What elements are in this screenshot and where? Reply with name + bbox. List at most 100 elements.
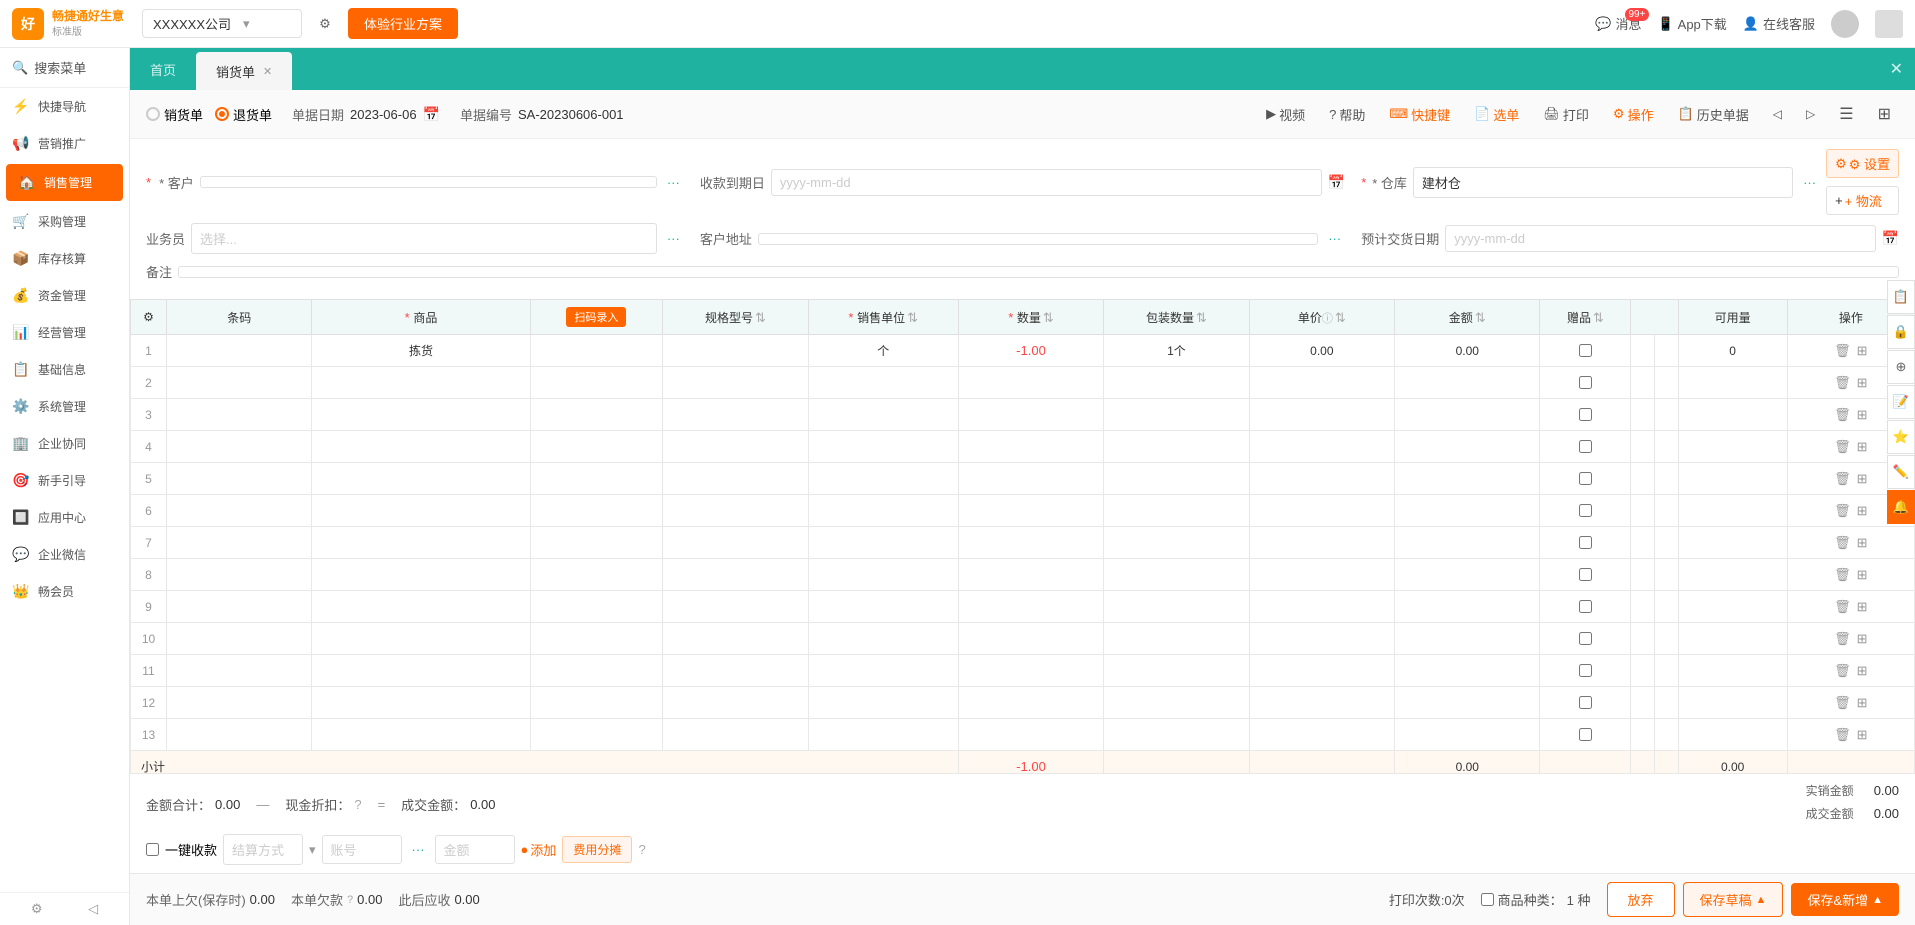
sidebar-item-enterprise[interactable]: 🏢 企业协同: [0, 425, 129, 462]
app-download-btn[interactable]: 📱 App下载: [1657, 14, 1726, 33]
amount-input[interactable]: 金额: [435, 835, 515, 864]
del-13[interactable]: 🗑: [1834, 727, 1851, 743]
copy-8[interactable]: ⊞: [1857, 567, 1868, 583]
tab-sales-order[interactable]: 销货单 ✕: [196, 52, 292, 90]
gift-cb-6[interactable]: [1579, 504, 1592, 517]
cell-spec-1[interactable]: [663, 335, 808, 367]
customer-input[interactable]: [200, 176, 657, 188]
gift-cb-9[interactable]: [1579, 600, 1592, 613]
top-settings-btn[interactable]: ⚙: [310, 9, 340, 39]
date-calendar-icon[interactable]: 📅: [423, 106, 440, 123]
del-3[interactable]: 🗑: [1834, 407, 1851, 423]
video-btn[interactable]: ▶ 视频: [1258, 101, 1313, 128]
shortcut-btn[interactable]: ⌨ 快捷键: [1381, 101, 1458, 128]
price-sort-icon[interactable]: ⇅: [1335, 310, 1346, 325]
copy-9[interactable]: ⊞: [1857, 599, 1868, 615]
del-7[interactable]: 🗑: [1834, 535, 1851, 551]
sidebar-item-appstore[interactable]: 🔲 应用中心: [0, 499, 129, 536]
settlement-method-arrow[interactable]: ▾: [309, 842, 316, 858]
save-new-button[interactable]: 保存&新增 ▲: [1791, 883, 1899, 916]
sidebar-settings-icon[interactable]: ⚙: [31, 901, 43, 917]
gift-cb-2[interactable]: [1579, 376, 1592, 389]
amount-sort-icon[interactable]: ⇅: [1475, 310, 1486, 325]
number-value[interactable]: SA-20230606-001: [518, 107, 624, 122]
prev-btn[interactable]: ◁: [1765, 103, 1790, 125]
expected-date-calendar-icon[interactable]: 📅: [1882, 230, 1899, 247]
copy-3[interactable]: ⊞: [1857, 407, 1868, 423]
user-menu-btn[interactable]: [1875, 10, 1903, 38]
account-more-btn[interactable]: ···: [408, 842, 429, 857]
company-select[interactable]: XXXXXX公司 ▾: [142, 9, 302, 38]
salesman-input[interactable]: 选择...: [191, 223, 657, 254]
expected-date-input[interactable]: yyyy-mm-dd: [1445, 225, 1875, 252]
sidebar-item-purchase[interactable]: 🛒 采购管理: [0, 203, 129, 240]
settlement-method-input[interactable]: 结算方式: [223, 834, 303, 865]
right-btn-3[interactable]: ⊕: [1887, 350, 1915, 384]
copy-10[interactable]: ⊞: [1857, 631, 1868, 647]
sidebar-item-sales[interactable]: 🏠 销售管理: [6, 164, 123, 201]
copy-13[interactable]: ⊞: [1857, 727, 1868, 743]
right-btn-7[interactable]: 🔔: [1887, 490, 1915, 524]
gift-cb-12[interactable]: [1579, 696, 1592, 709]
th-scan[interactable]: 扫码录入: [530, 300, 663, 335]
radio-return-order[interactable]: 退货单: [215, 105, 272, 124]
warehouse-more-btn[interactable]: ···: [1799, 175, 1820, 190]
cell-qty-1[interactable]: -1.00: [958, 335, 1103, 367]
window-close-icon[interactable]: ✕: [1890, 59, 1903, 79]
sidebar-item-inventory[interactable]: 📦 库存核算: [0, 240, 129, 277]
del-2[interactable]: 🗑: [1834, 375, 1851, 391]
warehouse-input[interactable]: 建材仓: [1413, 167, 1793, 198]
delete-btn-1[interactable]: 🗑: [1834, 343, 1851, 359]
del-6[interactable]: 🗑: [1834, 503, 1851, 519]
right-btn-6[interactable]: ✏️: [1887, 455, 1915, 489]
one-key-payment-checkbox[interactable]: [146, 843, 159, 856]
cell-product-1[interactable]: 拣货: [312, 335, 530, 367]
copy-7[interactable]: ⊞: [1857, 535, 1868, 551]
gift-sort-icon[interactable]: ⇅: [1593, 310, 1604, 325]
salesman-more-btn[interactable]: ···: [663, 231, 684, 246]
sidebar-item-operation[interactable]: 📊 经营管理: [0, 314, 129, 351]
pick-btn[interactable]: 📄 选单: [1466, 101, 1527, 128]
del-12[interactable]: 🗑: [1834, 695, 1851, 711]
th-settings[interactable]: ⚙: [131, 300, 167, 335]
save-new-arrow[interactable]: ▲: [1872, 894, 1883, 906]
sidebar-search[interactable]: 🔍 搜索菜单: [0, 48, 129, 88]
cell-price-1[interactable]: 0.00: [1249, 335, 1394, 367]
cell-amount-1[interactable]: 0.00: [1395, 335, 1540, 367]
expense-btn[interactable]: 费用分摊: [562, 836, 632, 863]
del-9[interactable]: 🗑: [1834, 599, 1851, 615]
discard-button[interactable]: 放弃: [1607, 882, 1675, 917]
del-5[interactable]: 🗑: [1834, 471, 1851, 487]
right-btn-1[interactable]: 📋: [1887, 280, 1915, 314]
online-service-btn[interactable]: 👤 在线客服: [1743, 14, 1815, 33]
notes-input[interactable]: [178, 266, 1899, 278]
right-btn-2[interactable]: 🔒: [1887, 315, 1915, 349]
gift-checkbox-1[interactable]: [1579, 344, 1592, 357]
sidebar-item-system[interactable]: ⚙️ 系统管理: [0, 388, 129, 425]
sidebar-item-guide[interactable]: 🎯 新手引导: [0, 462, 129, 499]
price-info-icon[interactable]: ⓘ: [1322, 313, 1333, 325]
pkg-sort-icon[interactable]: ⇅: [1196, 310, 1207, 325]
cell-pkg-1[interactable]: 1个: [1104, 335, 1249, 367]
trial-button[interactable]: 体验行业方案: [348, 8, 458, 39]
right-btn-5[interactable]: ⭐: [1887, 420, 1915, 454]
gift-cb-3[interactable]: [1579, 408, 1592, 421]
date-value[interactable]: 2023-06-06: [350, 107, 417, 122]
sidebar-collapse-icon[interactable]: ◁: [88, 901, 98, 917]
gift-cb-7[interactable]: [1579, 536, 1592, 549]
copy-12[interactable]: ⊞: [1857, 695, 1868, 711]
ops-btn[interactable]: ⚙ 操作: [1605, 101, 1662, 128]
del-11[interactable]: 🗑: [1834, 663, 1851, 679]
copy-4[interactable]: ⊞: [1857, 439, 1868, 455]
radio-sales-order[interactable]: 销货单: [146, 105, 203, 124]
sidebar-item-finance[interactable]: 💰 资金管理: [0, 277, 129, 314]
expense-help-icon[interactable]: ?: [638, 842, 645, 857]
copy-2[interactable]: ⊞: [1857, 375, 1868, 391]
settings-side-btn[interactable]: ⚙ ⚙ 设置: [1826, 149, 1899, 178]
copy-btn-1[interactable]: ⊞: [1857, 343, 1868, 359]
shortage-help-icon[interactable]: ?: [347, 894, 353, 906]
grid-view-btn[interactable]: ⊞: [1870, 100, 1899, 128]
cell-spec-col-1[interactable]: [530, 335, 663, 367]
tab-home[interactable]: 首页: [130, 48, 196, 90]
list-view-btn[interactable]: ☰: [1831, 100, 1861, 128]
